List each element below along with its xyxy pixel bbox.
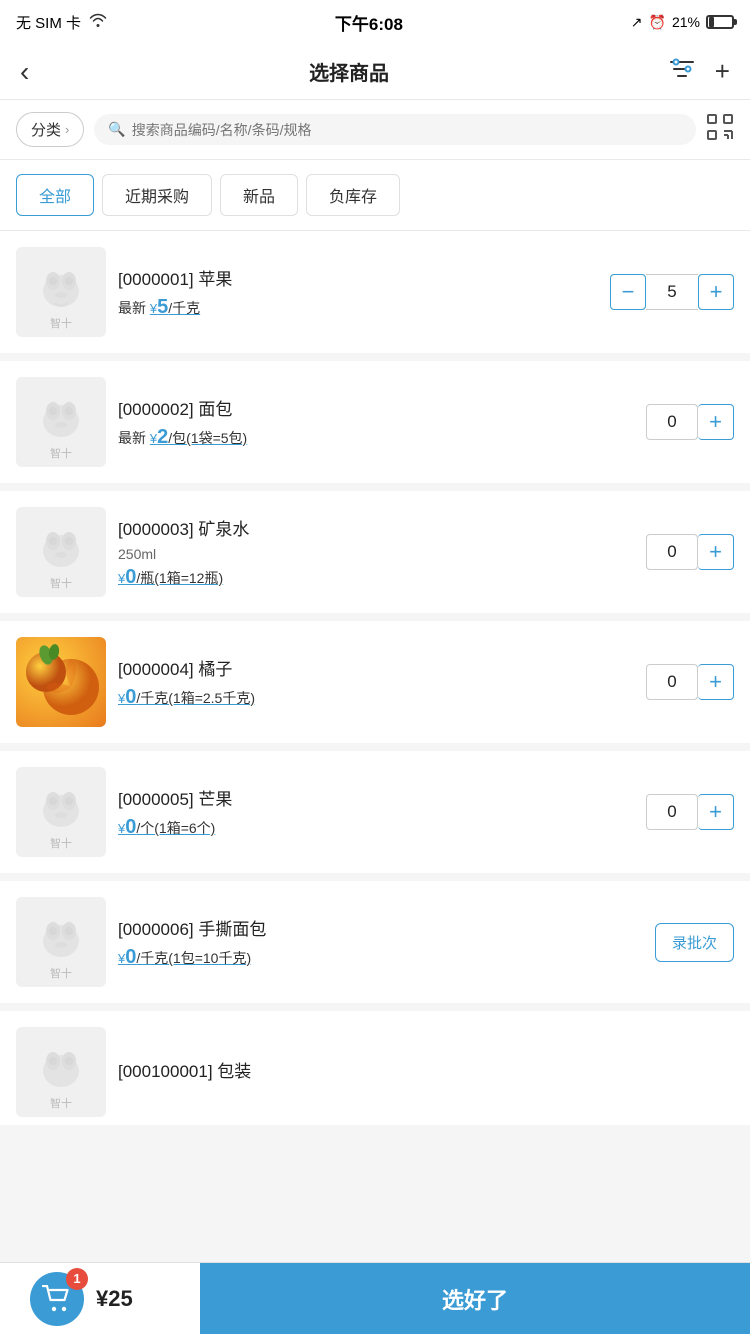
decrease-button[interactable]: − [610, 274, 646, 310]
product-item: 智十 [0000001] 苹果 最新 ¥5/千克 − + [0, 231, 750, 361]
product-item: 智十 [0000003] 矿泉水 250ml ¥0/瓶(1箱=12瓶) + [0, 491, 750, 621]
product-thumbnail: 智十 [16, 897, 106, 987]
battery-label: 21% [672, 14, 700, 30]
product-info: [0000003] 矿泉水 250ml ¥0/瓶(1箱=12瓶) [118, 515, 634, 589]
tab-negative[interactable]: 负库存 [306, 174, 400, 216]
product-name: [0000004] 橘子 [118, 655, 634, 680]
product-price: ¥0/千克(1包=10千克) [118, 946, 643, 969]
product-item: [0000004] 橘子 ¥0/千克(1箱=2.5千克) + [0, 621, 750, 751]
quantity-control: − + [610, 274, 734, 310]
increase-button[interactable]: + [698, 534, 734, 570]
quantity-input[interactable] [646, 404, 698, 440]
product-thumbnail: 智十 [16, 507, 106, 597]
product-item: 智十 [0000002] 面包 最新 ¥2/包(1袋=5包) + [0, 361, 750, 491]
scan-icon[interactable] [706, 113, 734, 147]
quantity-input[interactable] [646, 794, 698, 830]
product-name: [0000002] 面包 [118, 395, 634, 420]
add-button[interactable]: + [715, 56, 730, 87]
product-name: [0000003] 矿泉水 [118, 515, 634, 540]
nav-bar: ‹ 选择商品 + [0, 44, 750, 100]
product-thumbnail: 智十 [16, 767, 106, 857]
cart-area: 1 ¥25 [0, 1272, 200, 1326]
product-price: 最新 ¥5/千克 [118, 296, 598, 319]
filter-icon[interactable] [669, 58, 695, 86]
increase-button[interactable]: + [698, 664, 734, 700]
chevron-right-icon: › [65, 122, 69, 137]
product-info: [0000004] 橘子 ¥0/千克(1箱=2.5千克) [118, 655, 634, 709]
product-price: ¥0/瓶(1箱=12瓶) [118, 566, 634, 589]
product-thumbnail: 智十 [16, 247, 106, 337]
batch-button[interactable]: 录批次 [655, 923, 734, 962]
product-info: [000100001] 包装 [118, 1057, 734, 1088]
product-thumbnail [16, 637, 106, 727]
category-button[interactable]: 分类 › [16, 112, 84, 147]
wifi-icon [89, 13, 107, 31]
product-name: [000100001] 包装 [118, 1057, 734, 1082]
quantity-control: + [646, 404, 734, 440]
product-spec: 250ml [118, 546, 634, 562]
search-icon: 🔍 [108, 121, 125, 138]
cart-icon-wrap[interactable]: 1 [30, 1272, 84, 1326]
quantity-control: + [646, 794, 734, 830]
cart-total: ¥25 [96, 1286, 133, 1312]
status-left: 无 SIM 卡 [16, 12, 107, 33]
status-right: ↗ ⏰ 21% [631, 14, 734, 31]
cart-icon [42, 1285, 72, 1313]
product-info: [0000006] 手撕面包 ¥0/千克(1包=10千克) [118, 915, 643, 969]
tab-new[interactable]: 新品 [220, 174, 298, 216]
product-item: 智十 [0000005] 芒果 ¥0/个(1箱=6个) + [0, 751, 750, 881]
cart-badge: 1 [66, 1268, 88, 1290]
product-list: 智十 [0000001] 苹果 最新 ¥5/千克 − + [0, 231, 750, 1133]
increase-button[interactable]: + [698, 274, 734, 310]
confirm-button[interactable]: 选好了 [200, 1263, 750, 1334]
product-price: ¥0/千克(1箱=2.5千克) [118, 686, 634, 709]
quantity-input[interactable] [646, 274, 698, 310]
alarm-icon: ⏰ [649, 14, 666, 31]
product-item: 智十 [000100001] 包装 [0, 1011, 750, 1133]
product-info: [0000002] 面包 最新 ¥2/包(1袋=5包) [118, 395, 634, 449]
quantity-control: + [646, 534, 734, 570]
tab-all[interactable]: 全部 [16, 174, 94, 216]
quantity-input[interactable] [646, 664, 698, 700]
page-title: 选择商品 [309, 57, 389, 86]
product-info: [0000001] 苹果 最新 ¥5/千克 [118, 265, 598, 319]
status-time: 下午6:08 [335, 10, 403, 35]
carrier-label: 无 SIM 卡 [16, 12, 81, 33]
increase-button[interactable]: + [698, 404, 734, 440]
search-box[interactable]: 🔍 [94, 114, 696, 145]
product-name: [0000001] 苹果 [118, 265, 598, 290]
product-name: [0000006] 手撕面包 [118, 915, 643, 940]
location-icon: ↗ [631, 14, 643, 31]
quantity-input[interactable] [646, 534, 698, 570]
battery-icon [706, 15, 734, 29]
increase-button[interactable]: + [698, 794, 734, 830]
product-price: 最新 ¥2/包(1袋=5包) [118, 426, 634, 449]
product-info: [0000005] 芒果 ¥0/个(1箱=6个) [118, 785, 634, 839]
tabs-bar: 全部 近期采购 新品 负库存 [0, 160, 750, 231]
product-thumbnail: 智十 [16, 377, 106, 467]
quantity-control: + [646, 664, 734, 700]
product-thumbnail: 智十 [16, 1027, 106, 1117]
product-item: 智十 [0000006] 手撕面包 ¥0/千克(1包=10千克) 录批次 [0, 881, 750, 1011]
status-bar: 无 SIM 卡 下午6:08 ↗ ⏰ 21% [0, 0, 750, 44]
product-name: [0000005] 芒果 [118, 785, 634, 810]
search-input[interactable] [132, 122, 682, 138]
product-price: ¥0/个(1箱=6个) [118, 816, 634, 839]
tab-recent[interactable]: 近期采购 [102, 174, 212, 216]
filter-search-bar: 分类 › 🔍 [0, 100, 750, 160]
bottom-bar: 1 ¥25 选好了 [0, 1262, 750, 1334]
back-button[interactable]: ‹ [20, 56, 29, 88]
